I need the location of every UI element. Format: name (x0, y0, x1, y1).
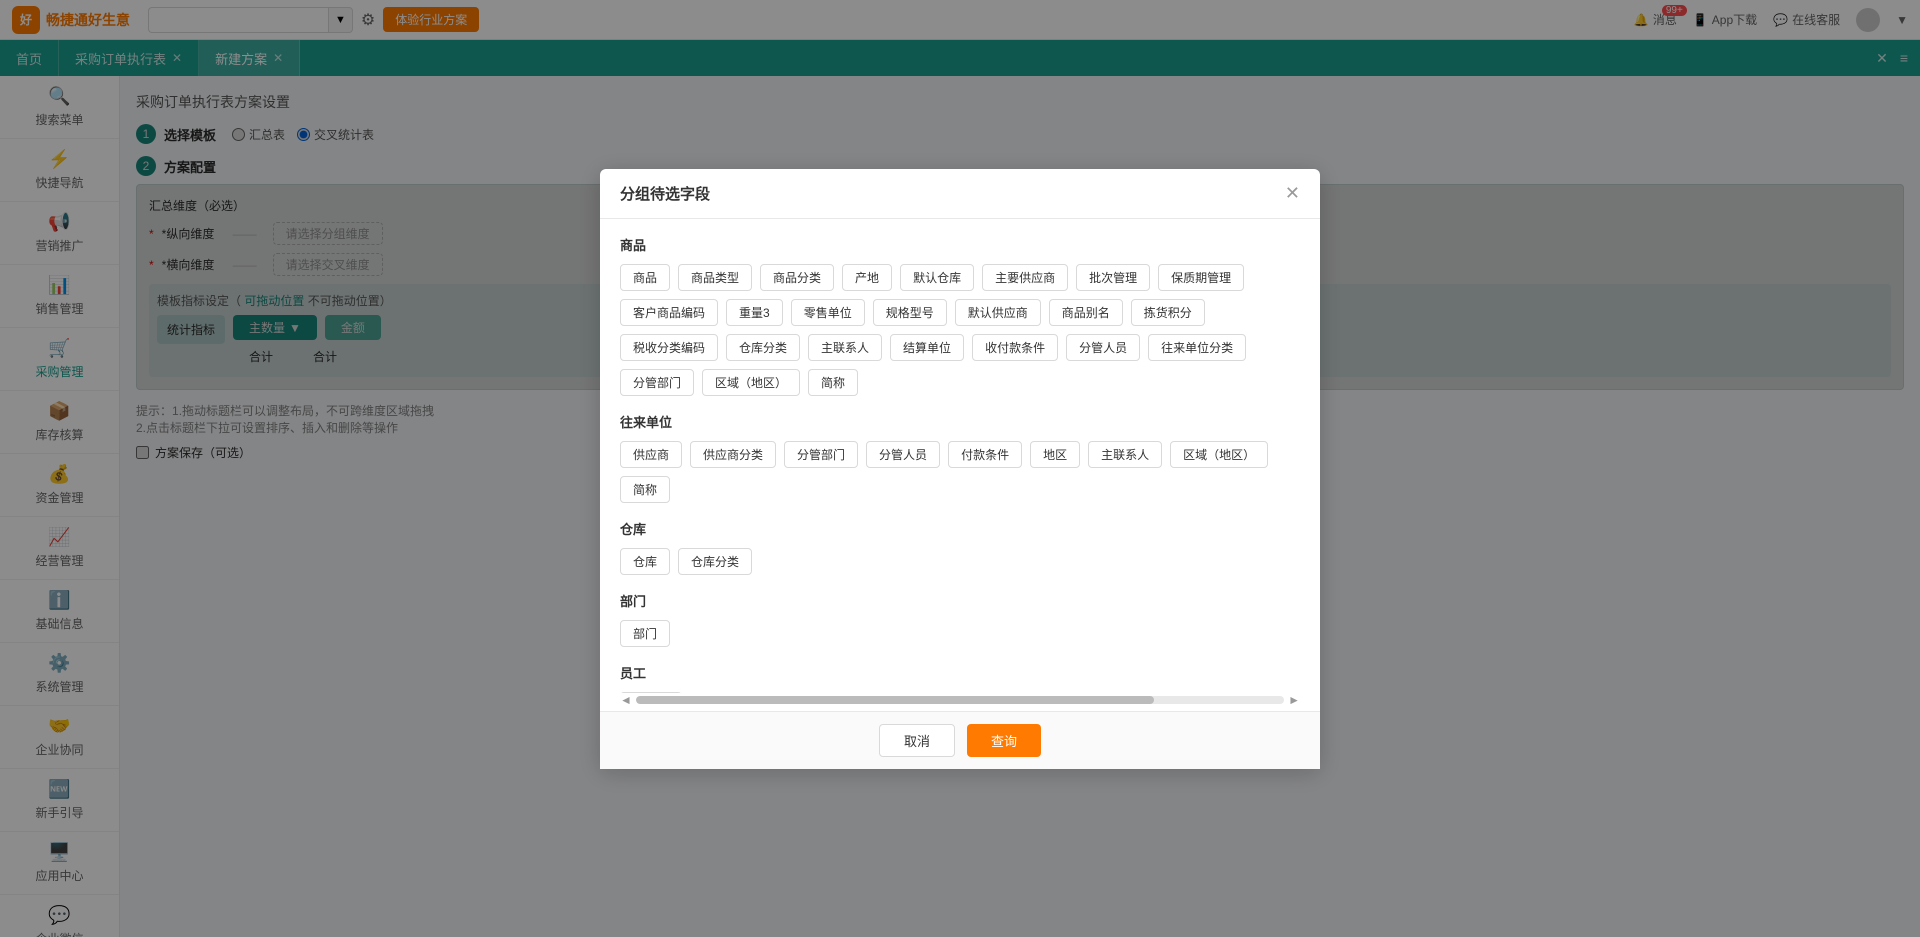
field-group-goods: 商品 商品 商品类型 商品分类 产地 默认仓库 主要供应商 批次管理 保质期管理… (620, 235, 1300, 396)
field-tag-goods-12[interactable]: 默认供应商 (955, 299, 1041, 326)
field-tag-goods-19[interactable]: 收付款条件 (972, 334, 1058, 361)
field-tag-goods-16[interactable]: 仓库分类 (726, 334, 800, 361)
modal-close-button[interactable]: ✕ (1285, 183, 1300, 204)
field-tag-cp-7[interactable]: 区域（地区） (1170, 441, 1268, 468)
field-tag-goods-6[interactable]: 批次管理 (1076, 264, 1150, 291)
field-tag-dept-0[interactable]: 部门 (620, 620, 670, 647)
modal-header: 分组待选字段 ✕ (600, 169, 1320, 219)
field-group-dept-title: 部门 (620, 591, 1300, 610)
field-tag-goods-5[interactable]: 主要供应商 (982, 264, 1068, 291)
field-tags-goods: 商品 商品类型 商品分类 产地 默认仓库 主要供应商 批次管理 保质期管理 客户… (620, 264, 1300, 396)
field-tag-cp-1[interactable]: 供应商分类 (690, 441, 776, 468)
field-tags-dept: 部门 (620, 620, 1300, 647)
field-group-employee: 员工 业务员 (620, 663, 1300, 693)
field-tag-goods-3[interactable]: 产地 (842, 264, 892, 291)
field-tag-goods-18[interactable]: 结算单位 (890, 334, 964, 361)
field-tag-wh-0[interactable]: 仓库 (620, 548, 670, 575)
field-select-modal: 分组待选字段 ✕ 商品 商品 商品类型 商品分类 产地 默认仓库 主要供应商 批… (600, 169, 1320, 769)
field-tag-goods-21[interactable]: 往来单位分类 (1148, 334, 1246, 361)
field-tag-cp-3[interactable]: 分管人员 (866, 441, 940, 468)
field-tag-goods-15[interactable]: 税收分类编码 (620, 334, 718, 361)
field-tag-goods-11[interactable]: 规格型号 (873, 299, 947, 326)
modal-body[interactable]: 商品 商品 商品类型 商品分类 产地 默认仓库 主要供应商 批次管理 保质期管理… (600, 219, 1320, 693)
field-tag-goods-7[interactable]: 保质期管理 (1158, 264, 1244, 291)
field-tags-counterparty: 供应商 供应商分类 分管部门 分管人员 付款条件 地区 主联系人 区域（地区） … (620, 441, 1300, 503)
field-group-dept: 部门 部门 (620, 591, 1300, 647)
confirm-button[interactable]: 查询 (967, 724, 1041, 757)
field-group-employee-title: 员工 (620, 663, 1300, 682)
cancel-button[interactable]: 取消 (879, 724, 955, 757)
field-tag-cp-0[interactable]: 供应商 (620, 441, 682, 468)
field-tag-cp-5[interactable]: 地区 (1030, 441, 1080, 468)
field-tag-goods-20[interactable]: 分管人员 (1066, 334, 1140, 361)
field-tag-cp-6[interactable]: 主联系人 (1088, 441, 1162, 468)
field-tag-goods-1[interactable]: 商品类型 (678, 264, 752, 291)
field-tag-goods-23[interactable]: 区域（地区） (702, 369, 800, 396)
field-tags-warehouse: 仓库 仓库分类 (620, 548, 1300, 575)
horizontal-scroll-area: ◄ ► (600, 693, 1320, 711)
field-tag-goods-4[interactable]: 默认仓库 (900, 264, 974, 291)
field-tag-wh-1[interactable]: 仓库分类 (678, 548, 752, 575)
field-tag-goods-10[interactable]: 零售单位 (791, 299, 865, 326)
field-group-counterparty-title: 往来单位 (620, 412, 1300, 431)
field-tag-goods-2[interactable]: 商品分类 (760, 264, 834, 291)
field-tag-cp-2[interactable]: 分管部门 (784, 441, 858, 468)
scroll-left-arrow[interactable]: ◄ (620, 693, 632, 707)
modal-title: 分组待选字段 (620, 183, 710, 204)
modal-footer: 取消 查询 (600, 711, 1320, 769)
field-tag-goods-22[interactable]: 分管部门 (620, 369, 694, 396)
field-group-goods-title: 商品 (620, 235, 1300, 254)
field-tag-goods-0[interactable]: 商品 (620, 264, 670, 291)
field-group-warehouse-title: 仓库 (620, 519, 1300, 538)
field-group-warehouse: 仓库 仓库 仓库分类 (620, 519, 1300, 575)
field-tag-cp-4[interactable]: 付款条件 (948, 441, 1022, 468)
scroll-right-arrow[interactable]: ► (1288, 693, 1300, 707)
modal-overlay: 分组待选字段 ✕ 商品 商品 商品类型 商品分类 产地 默认仓库 主要供应商 批… (0, 0, 1920, 937)
field-tag-goods-24[interactable]: 简称 (808, 369, 858, 396)
field-tag-goods-17[interactable]: 主联系人 (808, 334, 882, 361)
field-tag-goods-8[interactable]: 客户商品编码 (620, 299, 718, 326)
field-tag-goods-9[interactable]: 重量3 (726, 299, 783, 326)
field-tag-goods-13[interactable]: 商品别名 (1049, 299, 1123, 326)
field-tag-goods-14[interactable]: 拣货积分 (1131, 299, 1205, 326)
field-tag-cp-8[interactable]: 简称 (620, 476, 670, 503)
field-group-counterparty: 往来单位 供应商 供应商分类 分管部门 分管人员 付款条件 地区 主联系人 区域… (620, 412, 1300, 503)
